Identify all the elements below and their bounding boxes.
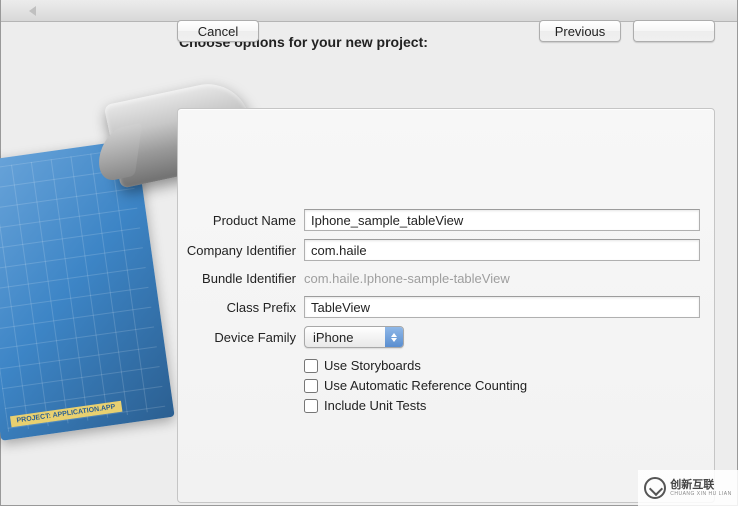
bundle-identifier-label: Bundle Identifier [178,271,296,286]
project-options-sheet: Choose options for your new project: PRO… [1,22,737,505]
form-panel: Product Name Company Identifier Bundle I… [177,108,715,503]
blueprint-tag: PROJECT: APPLICATION.APP [10,401,122,427]
use-arc-label[interactable]: Use Automatic Reference Counting [324,378,527,393]
cancel-button[interactable]: Cancel [177,20,259,42]
use-storyboards-checkbox[interactable] [304,359,318,373]
nav-back-icon [29,6,36,16]
watermark-sub: CHUANG XIN HU LIAN [670,491,732,497]
decorative-artwork: PROJECT: APPLICATION.APP [1,100,176,440]
watermark-logo-icon [644,477,666,499]
watermark: 创新互联 CHUANG XIN HU LIAN [638,470,738,506]
use-arc-checkbox[interactable] [304,379,318,393]
title-bar [1,0,737,22]
company-identifier-input[interactable] [304,239,700,261]
product-name-input[interactable] [304,209,700,231]
class-prefix-input[interactable] [304,296,700,318]
class-prefix-label: Class Prefix [178,300,296,315]
product-name-label: Product Name [178,213,296,228]
bundle-identifier-value: com.haile.Iphone-sample-tableView [304,269,700,288]
watermark-main: 创新互联 [670,479,714,491]
device-family-label: Device Family [178,330,296,345]
next-button[interactable] [633,20,715,42]
include-unit-tests-checkbox[interactable] [304,399,318,413]
company-identifier-label: Company Identifier [178,243,296,258]
device-family-select[interactable]: iPhone [304,326,404,348]
use-storyboards-label[interactable]: Use Storyboards [324,358,421,373]
previous-button[interactable]: Previous [539,20,621,42]
include-unit-tests-label[interactable]: Include Unit Tests [324,398,426,413]
